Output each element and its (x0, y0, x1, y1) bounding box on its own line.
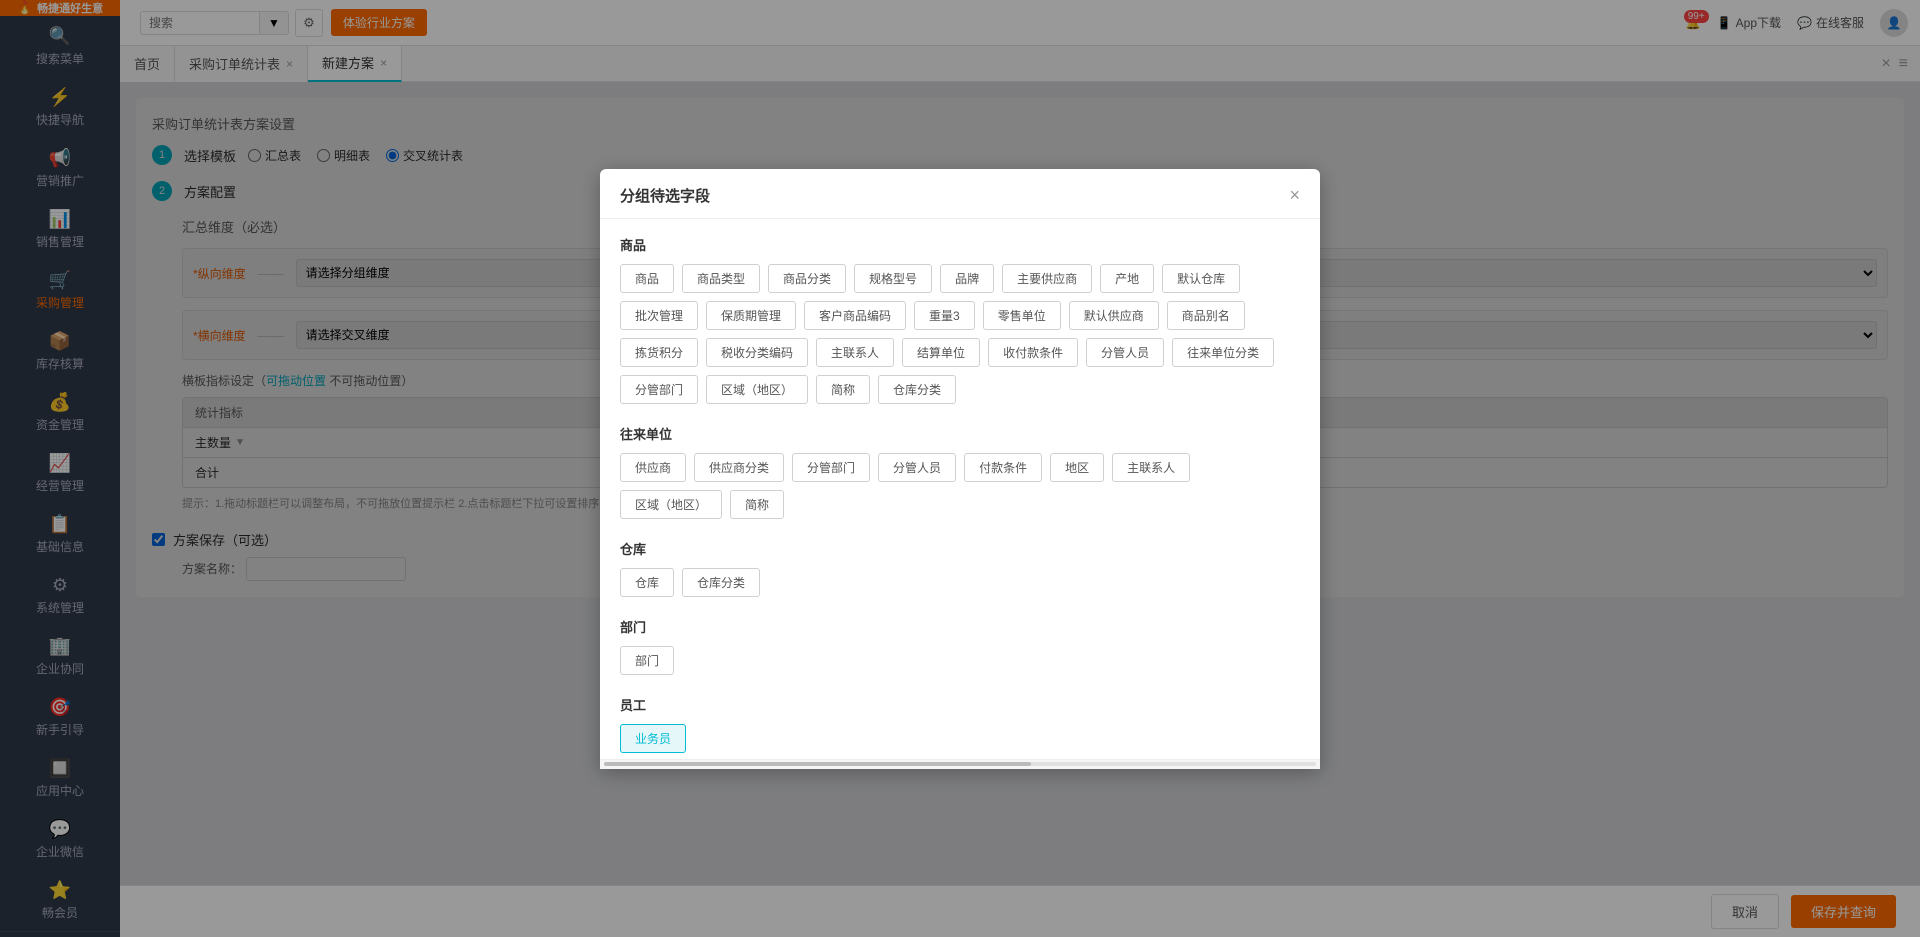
scroll-thumb (604, 762, 1031, 766)
modal-body: 商品 商品 商品类型 商品分类 规格型号 品牌 主要供应商 产地 默认仓库 批次… (600, 219, 1320, 759)
section-partner-title: 往来单位 (620, 424, 1300, 443)
field-tag-batch-mgmt[interactable]: 批次管理 (620, 301, 698, 330)
field-tag-dept[interactable]: 分管部门 (620, 375, 698, 404)
partner-field-tags: 供应商 供应商分类 分管部门 分管人员 付款条件 地区 主联系人 区域（地区） … (620, 453, 1300, 519)
field-tag-region[interactable]: 地区 (1050, 453, 1104, 482)
field-tag-product-type[interactable]: 商品类型 (682, 264, 760, 293)
product-field-tags: 商品 商品类型 商品分类 规格型号 品牌 主要供应商 产地 默认仓库 批次管理 … (620, 264, 1300, 404)
section-product-title: 商品 (620, 235, 1300, 254)
modal-header: 分组待选字段 × (600, 169, 1320, 219)
field-tag-main-contact-partner[interactable]: 主联系人 (1112, 453, 1190, 482)
section-partner: 往来单位 供应商 供应商分类 分管部门 分管人员 付款条件 地区 主联系人 区域… (620, 424, 1300, 519)
field-tag-supplier[interactable]: 供应商 (620, 453, 686, 482)
scroll-track (604, 762, 1316, 766)
field-tag-brand[interactable]: 品牌 (940, 264, 994, 293)
field-tag-main-contact[interactable]: 主联系人 (816, 338, 894, 367)
field-tag-dept-partner[interactable]: 分管部门 (792, 453, 870, 482)
field-tag-spec-model[interactable]: 规格型号 (854, 264, 932, 293)
field-tag-default-warehouse[interactable]: 默认仓库 (1162, 264, 1240, 293)
field-tag-supplier-category[interactable]: 供应商分类 (694, 453, 784, 482)
field-tag-product[interactable]: 商品 (620, 264, 674, 293)
field-tag-product-category[interactable]: 商品分类 (768, 264, 846, 293)
field-tag-pay-terms[interactable]: 付款条件 (964, 453, 1042, 482)
field-tag-tax-code[interactable]: 税收分类编码 (706, 338, 808, 367)
field-tag-warehouse[interactable]: 仓库 (620, 568, 674, 597)
department-field-tags: 部门 (620, 646, 1300, 675)
modal-dialog: 分组待选字段 × 商品 商品 商品类型 商品分类 规格型号 品牌 主要供应商 产… (600, 169, 1320, 769)
field-tag-default-supplier[interactable]: 默认供应商 (1069, 301, 1159, 330)
modal-close-button[interactable]: × (1289, 186, 1300, 204)
field-tag-short-name[interactable]: 简称 (816, 375, 870, 404)
section-product: 商品 商品 商品类型 商品分类 规格型号 品牌 主要供应商 产地 默认仓库 批次… (620, 235, 1300, 404)
field-tag-payment-terms[interactable]: 收付款条件 (988, 338, 1078, 367)
field-tag-retail-unit[interactable]: 零售单位 (983, 301, 1061, 330)
modal-scrollbar-horizontal[interactable] (600, 759, 1320, 769)
section-warehouse-title: 仓库 (620, 539, 1300, 558)
field-tag-settlement-unit[interactable]: 结算单位 (902, 338, 980, 367)
field-tag-partner-category[interactable]: 往来单位分类 (1172, 338, 1274, 367)
field-tag-region-product[interactable]: 区域（地区） (706, 375, 808, 404)
section-employee: 员工 业务员 (620, 695, 1300, 753)
field-tag-alias[interactable]: 商品别名 (1167, 301, 1245, 330)
field-tag-weight[interactable]: 重量3 (914, 301, 975, 330)
modal-title: 分组待选字段 (620, 185, 710, 206)
field-tag-expiry-mgmt[interactable]: 保质期管理 (706, 301, 796, 330)
employee-field-tags: 业务员 (620, 724, 1300, 753)
field-tag-region-partner[interactable]: 区域（地区） (620, 490, 722, 519)
field-tag-salesperson[interactable]: 业务员 (620, 724, 686, 753)
field-tag-manager-partner[interactable]: 分管人员 (878, 453, 956, 482)
section-department-title: 部门 (620, 617, 1300, 636)
section-employee-title: 员工 (620, 695, 1300, 714)
section-department: 部门 部门 (620, 617, 1300, 675)
field-tag-department[interactable]: 部门 (620, 646, 674, 675)
field-tag-short-name-partner[interactable]: 简称 (730, 490, 784, 519)
warehouse-field-tags: 仓库 仓库分类 (620, 568, 1300, 597)
field-tag-pick-points[interactable]: 拣货积分 (620, 338, 698, 367)
section-warehouse: 仓库 仓库 仓库分类 (620, 539, 1300, 597)
field-tag-main-supplier[interactable]: 主要供应商 (1002, 264, 1092, 293)
field-tag-origin[interactable]: 产地 (1100, 264, 1154, 293)
field-tag-manager[interactable]: 分管人员 (1086, 338, 1164, 367)
field-tag-customer-code[interactable]: 客户商品编码 (804, 301, 906, 330)
field-tag-warehouse-category[interactable]: 仓库分类 (682, 568, 760, 597)
field-tag-wh-category[interactable]: 仓库分类 (878, 375, 956, 404)
